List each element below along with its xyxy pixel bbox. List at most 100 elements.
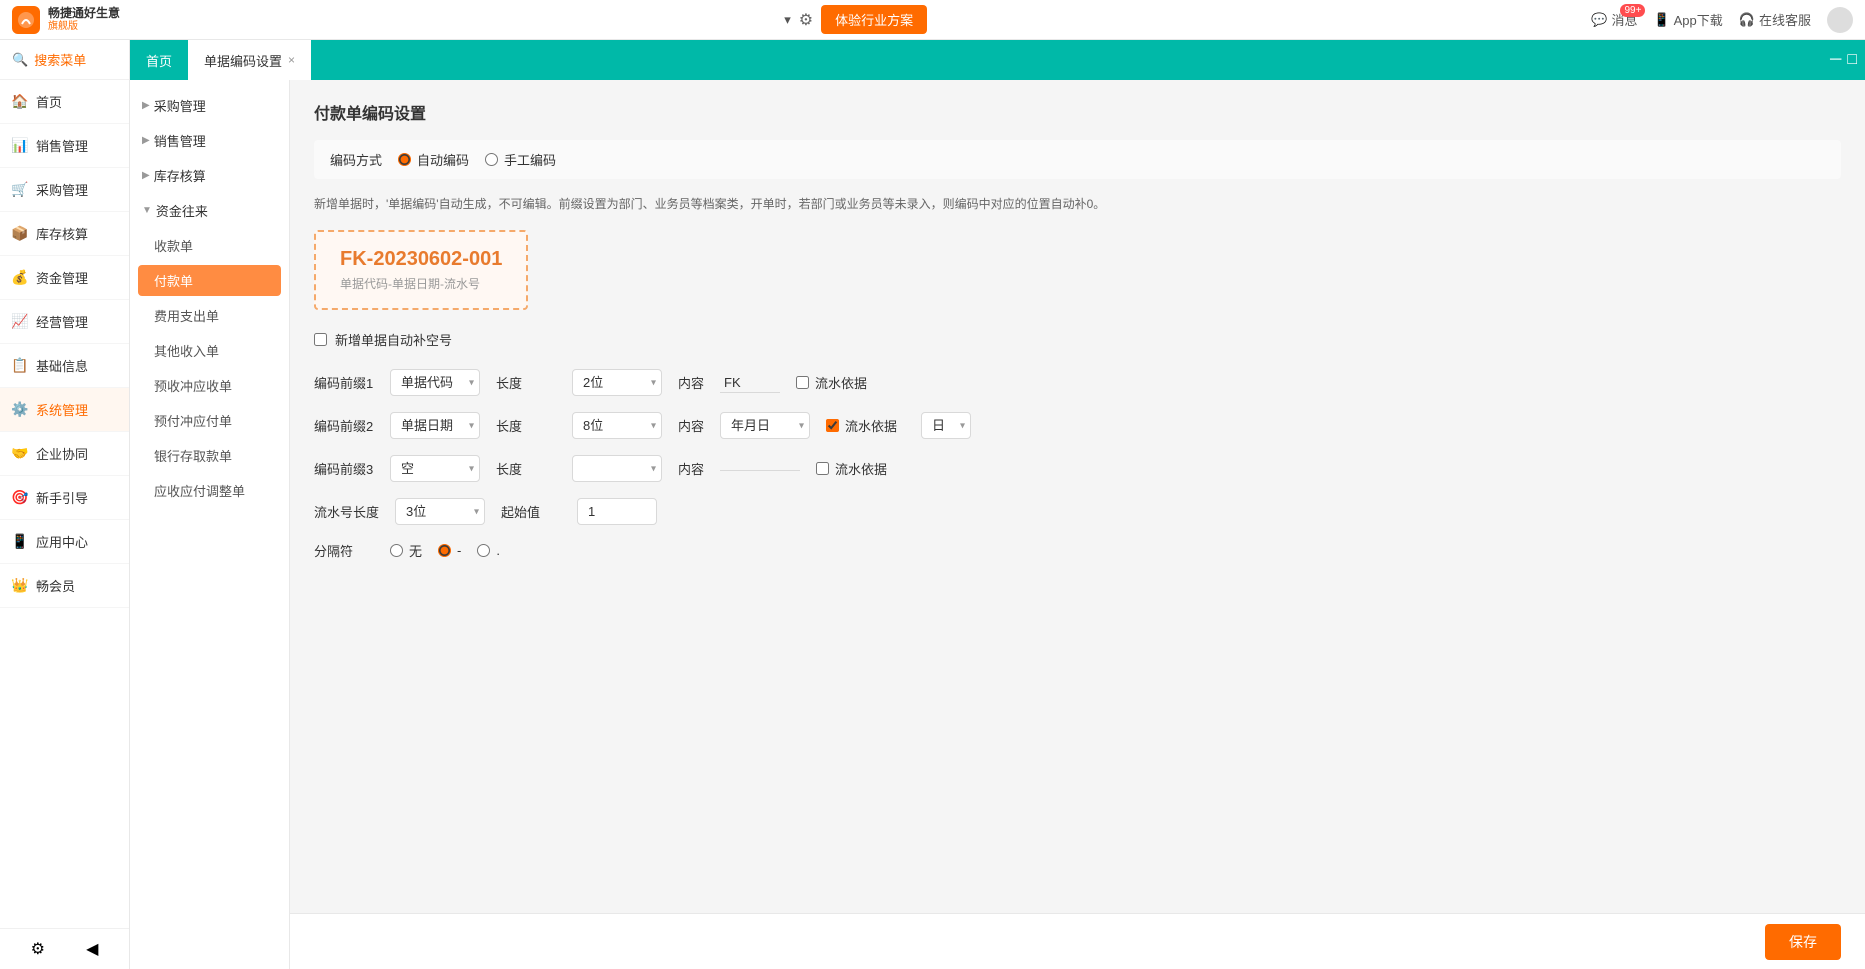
sidebar-item-member[interactable]: 👑 畅会员 <box>0 564 129 608</box>
prefix2-serial-checkbox[interactable]: 流水依据 <box>826 416 897 435</box>
search-icon: 🔍 <box>12 52 28 68</box>
sidebar-item-guide[interactable]: 🎯 新手引导 <box>0 476 129 520</box>
prefix3-select[interactable]: 空 <box>390 455 480 482</box>
prefix2-label: 编码前缀2 <box>314 416 374 435</box>
sidebar-search[interactable]: 🔍 搜索菜单 <box>0 40 129 80</box>
auto-encode-radio[interactable] <box>398 153 411 166</box>
system-icon: ⚙️ <box>12 402 28 418</box>
sidebar-item-finance[interactable]: 💰 资金管理 <box>0 256 129 300</box>
sep-dash-radio[interactable] <box>438 544 451 557</box>
basic-icon: 📋 <box>12 358 28 374</box>
prefix2-length-select[interactable]: 8位 <box>572 412 662 439</box>
prefix3-label: 编码前缀3 <box>314 459 374 478</box>
topbar: 畅捷通好生意 旗舰版 ▾ ⚙ 体验行业方案 💬 消息 99+ 📱 App下载 🎧… <box>0 0 1865 40</box>
online-support-item[interactable]: 🎧 在线客服 <box>1739 10 1811 29</box>
start-value-input[interactable] <box>577 498 657 525</box>
sep-dot-option[interactable]: . <box>477 543 500 558</box>
prefix3-length-select[interactable] <box>572 455 662 482</box>
prefix2-select[interactable]: 单据日期 <box>390 412 480 439</box>
sidebar-item-cooperation[interactable]: 🤝 企业协同 <box>0 432 129 476</box>
tabs-bar: 首页 单据编码设置 × ─ □ <box>130 40 1865 80</box>
maximize-icon[interactable]: □ <box>1847 51 1857 69</box>
inner-group-purchase[interactable]: ▶ 采购管理 <box>130 88 289 123</box>
tab-close-icon[interactable]: × <box>288 53 295 67</box>
inner-group-sales[interactable]: ▶ 销售管理 <box>130 123 289 158</box>
inner-group-capital[interactable]: ▼ 资金往来 <box>130 193 289 228</box>
prefix3-content-label: 内容 <box>678 459 704 478</box>
app-download-item[interactable]: 📱 App下载 <box>1653 10 1722 29</box>
prefix3-serial-label: 流水依据 <box>835 459 887 478</box>
sep-none-radio[interactable] <box>390 544 403 557</box>
sidebar-item-label: 库存核算 <box>36 224 88 243</box>
sidebar-item-system[interactable]: ⚙️ 系统管理 <box>0 388 129 432</box>
prefix2-select-wrapper: 单据日期 ▾ <box>390 412 480 439</box>
inner-child-advance-payment[interactable]: 预付冲应付单 <box>130 403 289 438</box>
manual-encode-radio[interactable] <box>485 153 498 166</box>
sidebar: 🔍 搜索菜单 🏠 首页 📊 销售管理 🛒 采购管理 📦 库存核算 💰 资金管理 … <box>0 40 130 969</box>
start-value-label: 起始值 <box>501 502 561 521</box>
inner-child-payment[interactable]: 付款单 <box>138 265 281 296</box>
brand-name: 畅捷通好生意 <box>48 6 120 20</box>
save-button[interactable]: 保存 <box>1765 924 1841 960</box>
sidebar-item-purchase[interactable]: 🛒 采购管理 <box>0 168 129 212</box>
sep-none-label: 无 <box>409 541 422 560</box>
inner-child-other-income[interactable]: 其他收入单 <box>130 333 289 368</box>
prefix1-serial-checkbox[interactable]: 流水依据 <box>796 373 867 392</box>
auto-encode-option[interactable]: 自动编码 <box>398 150 469 169</box>
message-item[interactable]: 💬 消息 99+ <box>1591 10 1637 29</box>
inner-child-receipt[interactable]: 收款单 <box>130 228 289 263</box>
manual-encode-option[interactable]: 手工编码 <box>485 150 556 169</box>
search-label: 搜索菜单 <box>34 50 86 69</box>
tab-encode-settings[interactable]: 单据编码设置 × <box>188 40 311 80</box>
sidebar-item-home[interactable]: 🏠 首页 <box>0 80 129 124</box>
prefix3-serial-input[interactable] <box>816 462 829 475</box>
sidebar-item-apps[interactable]: 📱 应用中心 <box>0 520 129 564</box>
inner-group-inventory[interactable]: ▶ 库存核算 <box>130 158 289 193</box>
prefix2-day-wrapper: 日 ▾ <box>921 412 971 439</box>
prefix2-content-select[interactable]: 年月日 <box>720 412 810 439</box>
inner-group-capital-label: 资金往来 <box>156 201 208 220</box>
serial-length-label: 流水号长度 <box>314 502 379 521</box>
separator-label: 分隔符 <box>314 541 374 560</box>
collapse-icon[interactable]: ◀ <box>86 939 98 959</box>
sidebar-item-inventory[interactable]: 📦 库存核算 <box>0 212 129 256</box>
sidebar-item-label: 采购管理 <box>36 180 88 199</box>
finance-icon: 💰 <box>12 270 28 286</box>
settings-bottom-icon[interactable]: ⚙ <box>31 939 45 959</box>
sidebar-item-operations[interactable]: 📈 经营管理 <box>0 300 129 344</box>
prefix1-select-wrapper: 单据代码 ▾ <box>390 369 480 396</box>
serial-row: 流水号长度 3位 ▾ 起始值 <box>314 498 1841 525</box>
prefix3-length-label: 长度 <box>496 459 556 478</box>
avatar[interactable] <box>1827 7 1853 33</box>
trial-button[interactable]: 体验行业方案 <box>821 5 927 34</box>
inner-child-bank[interactable]: 银行存取款单 <box>130 438 289 473</box>
sidebar-item-sales[interactable]: 📊 销售管理 <box>0 124 129 168</box>
auto-fill-checkbox[interactable] <box>314 333 327 346</box>
inner-child-adjustment[interactable]: 应收应付调整单 <box>130 473 289 508</box>
sidebar-item-label: 基础信息 <box>36 356 88 375</box>
prefix3-serial-checkbox[interactable]: 流水依据 <box>816 459 887 478</box>
sep-dot-radio[interactable] <box>477 544 490 557</box>
tab-encode-label: 单据编码设置 <box>204 51 282 70</box>
prefix1-select[interactable]: 单据代码 <box>390 369 480 396</box>
prefix1-length-select[interactable]: 2位 <box>572 369 662 396</box>
tab-home[interactable]: 首页 <box>130 40 188 80</box>
topbar-dropdown[interactable]: ▾ <box>784 12 791 28</box>
app-download-label: App下载 <box>1674 10 1723 29</box>
sidebar-item-label: 经营管理 <box>36 312 88 331</box>
minimize-icon[interactable]: ─ <box>1830 51 1841 69</box>
inner-child-expense[interactable]: 费用支出单 <box>130 298 289 333</box>
sidebar-item-label: 销售管理 <box>36 136 88 155</box>
sep-dash-option[interactable]: - <box>438 543 461 558</box>
auto-fill-label[interactable]: 新增单据自动补空号 <box>335 330 452 349</box>
prefix2-day-select[interactable]: 日 <box>921 412 971 439</box>
prefix2-serial-input[interactable] <box>826 419 839 432</box>
serial-length-select[interactable]: 3位 <box>395 498 485 525</box>
prefix1-serial-input[interactable] <box>796 376 809 389</box>
inner-child-advance-receipt[interactable]: 预收冲应收单 <box>130 368 289 403</box>
sidebar-item-label: 系统管理 <box>36 400 88 419</box>
sidebar-item-basic[interactable]: 📋 基础信息 <box>0 344 129 388</box>
settings-icon[interactable]: ⚙ <box>799 10 813 30</box>
sep-none-option[interactable]: 无 <box>390 541 422 560</box>
inner-group-inventory-label: 库存核算 <box>154 166 206 185</box>
